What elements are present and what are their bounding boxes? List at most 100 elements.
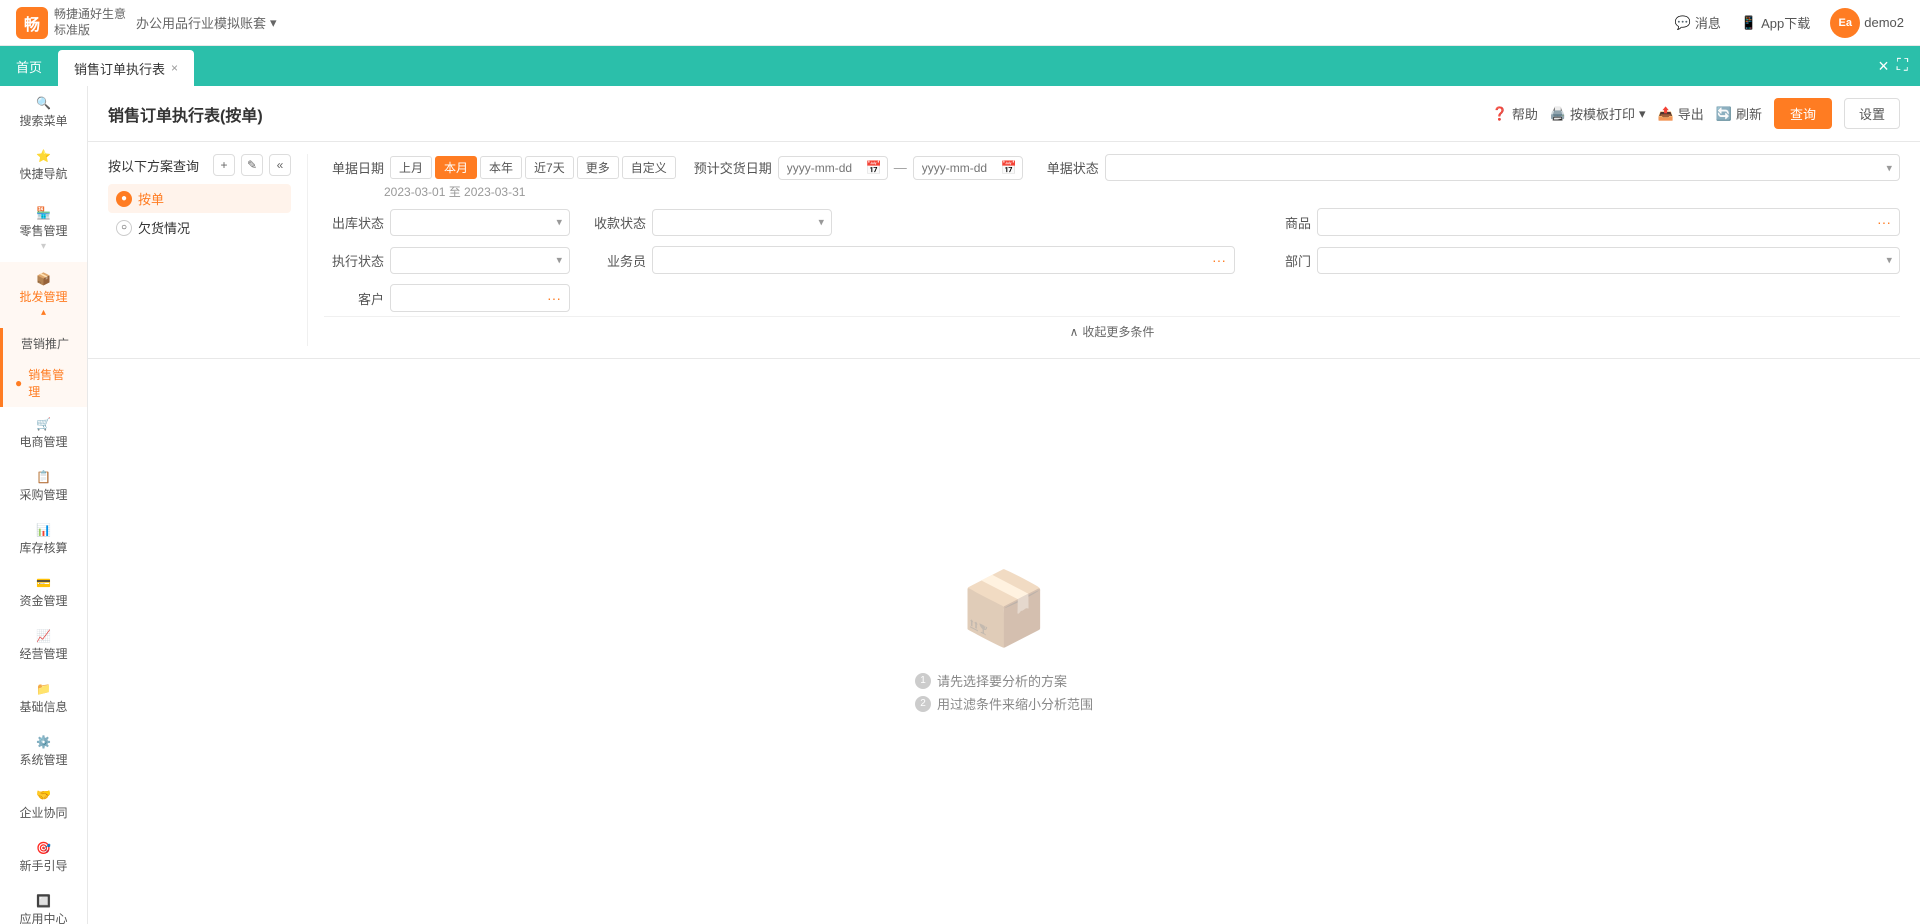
sidebar-sub-sales[interactable]: ● 销售管理 — [3, 359, 87, 407]
download-icon: 📱 — [1741, 15, 1757, 31]
tab-home[interactable]: 首页 — [0, 46, 58, 86]
sidebar-system-label: 系统管理 — [19, 751, 67, 768]
purchase-icon: 📋 — [36, 470, 51, 484]
forecast-date-start-wrap: 📅 — [778, 156, 888, 180]
fullscreen-icon[interactable]: ⛶ — [1897, 57, 1908, 75]
order-status-select[interactable] — [1105, 154, 1900, 181]
sidebar-item-ecommerce[interactable]: 🛒 电商管理 — [0, 407, 87, 460]
date-btn-more[interactable]: 更多 — [577, 156, 619, 179]
receipt-status-select[interactable] — [652, 209, 832, 236]
calendar-icon-end: 📅 — [1001, 160, 1017, 176]
scheme-item-press-order[interactable]: ● 按单 — [108, 184, 291, 213]
empty-illustration: 📦 — [959, 566, 1049, 651]
date-field: 单据日期 上月 本月 本年 近7天 更多 自定义 — [324, 156, 676, 179]
page-actions: ❓ 帮助 🖨️ 按模板打印 ▾ 📤 导出 🔄 刷新 查询 设置 — [1492, 98, 1900, 129]
outbound-status-select[interactable] — [390, 209, 570, 236]
logo-icon: 畅 — [16, 7, 48, 39]
edit-scheme-btn[interactable]: ✎ — [241, 154, 263, 176]
sidebar-item-wholesale[interactable]: 📦 批发管理 ▴ — [0, 262, 87, 328]
sidebar-operations-label: 经营管理 — [19, 645, 67, 662]
filter-sidebar-actions: + ✎ « — [213, 154, 291, 176]
quick-nav-icon: ⭐ — [36, 149, 51, 163]
empty-tip-2: 2 用过滤条件来缩小分析范围 — [915, 694, 1093, 713]
help-btn[interactable]: ❓ 帮助 — [1492, 104, 1538, 123]
app-center-icon: 🔲 — [36, 894, 51, 908]
collapse-scheme-btn[interactable]: « — [269, 154, 291, 176]
empty-state: 📦 1 请先选择要分析的方案 2 用过滤条件来缩小分析范围 — [915, 566, 1093, 717]
sidebar-search[interactable]: 🔍 搜索菜单 — [0, 86, 87, 139]
sidebar-item-cooperation[interactable]: 🤝 企业协同 — [0, 778, 87, 831]
department-select[interactable] — [1317, 247, 1900, 274]
query-button[interactable]: 查询 — [1774, 98, 1832, 129]
page-title: 销售订单执行表(按单) — [108, 102, 263, 126]
empty-tips: 1 请先选择要分析的方案 2 用过滤条件来缩小分析范围 — [915, 667, 1093, 717]
search-icon: 🔍 — [36, 96, 51, 110]
add-scheme-btn[interactable]: + — [213, 154, 235, 176]
user-menu[interactable]: Ea demo2 — [1830, 8, 1904, 38]
goods-field: 商品 ··· — [1251, 208, 1900, 236]
print-chevron: ▾ — [1639, 106, 1646, 122]
goods-input[interactable]: ··· — [1317, 208, 1900, 236]
help-icon: ❓ — [1492, 106, 1508, 122]
date-btn-7days[interactable]: 近7天 — [525, 156, 574, 179]
breadcrumb-chevron[interactable]: ▾ — [270, 15, 277, 31]
goods-label: 商品 — [1251, 213, 1311, 232]
ecommerce-icon: 🛒 — [36, 417, 51, 431]
date-btn-this-month[interactable]: 本月 — [435, 156, 477, 179]
sidebar-item-system[interactable]: ⚙️ 系统管理 — [0, 725, 87, 778]
execution-status-select[interactable] — [390, 247, 570, 274]
wholesale-arrow: ▴ — [41, 307, 46, 318]
customer-label: 客户 — [324, 289, 384, 308]
sidebar-sub-marketing[interactable]: 营销推广 — [3, 328, 87, 359]
content-area: 销售订单执行表(按单) ❓ 帮助 🖨️ 按模板打印 ▾ 📤 导出 🔄 — [88, 86, 1920, 924]
tab-sales-order[interactable]: 销售订单执行表 × — [58, 50, 194, 86]
tab-home-label[interactable]: 首页 — [16, 57, 42, 76]
sidebar-item-retail[interactable]: 🏪 零售管理 ▾ — [0, 196, 87, 262]
sidebar-item-guide[interactable]: 🎯 新手引导 — [0, 831, 87, 884]
sidebar-item-basic[interactable]: 📁 基础信息 — [0, 672, 87, 725]
breadcrumb[interactable]: 办公用品行业模拟账套 ▾ — [136, 13, 277, 32]
sidebar-item-operations[interactable]: 📈 经营管理 — [0, 619, 87, 672]
sidebar-app-center-label: 应用中心 — [19, 910, 67, 924]
date-btn-this-year[interactable]: 本年 — [480, 156, 522, 179]
sidebar-item-app-center[interactable]: 🔲 应用中心 — [0, 884, 87, 924]
user-name: demo2 — [1864, 15, 1904, 30]
collapse-icon: « — [277, 158, 284, 172]
sidebar-item-purchase[interactable]: 📋 采购管理 — [0, 460, 87, 513]
breadcrumb-text[interactable]: 办公用品行业模拟账套 — [136, 13, 266, 32]
forecast-date-field: 预计交货日期 📅 — 📅 — [692, 156, 1023, 180]
date-btn-last-month[interactable]: 上月 — [390, 156, 432, 179]
wholesale-submenu: 营销推广 ● 销售管理 — [0, 328, 87, 407]
order-status-label: 单据状态 — [1039, 158, 1099, 177]
tab-close-btn[interactable]: × — [171, 61, 178, 75]
salesperson-input[interactable]: ··· — [652, 246, 1235, 274]
date-shortcuts: 上月 本月 本年 近7天 更多 自定义 — [390, 156, 676, 179]
refresh-btn[interactable]: 🔄 刷新 — [1716, 104, 1762, 123]
department-select-wrap — [1317, 247, 1900, 274]
filter-scheme-title: 按以下方案查询 — [108, 156, 199, 175]
sidebar-item-inventory[interactable]: 📊 库存核算 — [0, 513, 87, 566]
print-btn[interactable]: 🖨️ 按模板打印 ▾ — [1550, 104, 1646, 123]
filter-row-3: 执行状态 业务员 ··· — [324, 246, 1900, 274]
scheme-item-arrears[interactable]: ○ 欠货情况 — [108, 213, 291, 242]
sidebar-item-finance[interactable]: 💳 资金管理 — [0, 566, 87, 619]
filter-row-4: 客户 ··· — [324, 284, 1900, 312]
empty-tip-1: 1 请先选择要分析的方案 — [915, 671, 1093, 690]
date-btn-custom[interactable]: 自定义 — [622, 156, 676, 179]
receipt-select-wrap — [652, 209, 832, 236]
top-nav-right: 💬 消息 📱 App下载 Ea demo2 — [1675, 8, 1904, 38]
export-btn[interactable]: 📤 导出 — [1658, 104, 1704, 123]
logo-text: 畅捷通好生意 标准版 — [54, 7, 126, 38]
settings-button[interactable]: 设置 — [1844, 98, 1900, 129]
tab-bar-actions: × ⛶ — [1878, 56, 1920, 77]
collapse-conditions-btn[interactable]: ∧ 收起更多条件 — [324, 316, 1900, 346]
close-window-icon[interactable]: × — [1878, 56, 1889, 77]
message-btn[interactable]: 💬 消息 — [1675, 13, 1721, 32]
basic-icon: 📁 — [36, 682, 51, 696]
app-download-btn[interactable]: 📱 App下载 — [1741, 13, 1810, 32]
outbound-label: 出库状态 — [324, 213, 384, 232]
department-field: 部门 — [1251, 247, 1900, 274]
sidebar-inventory-label: 库存核算 — [19, 539, 67, 556]
customer-input[interactable]: ··· — [390, 284, 570, 312]
sidebar-quick-nav[interactable]: ⭐ 快捷导航 — [0, 139, 87, 192]
